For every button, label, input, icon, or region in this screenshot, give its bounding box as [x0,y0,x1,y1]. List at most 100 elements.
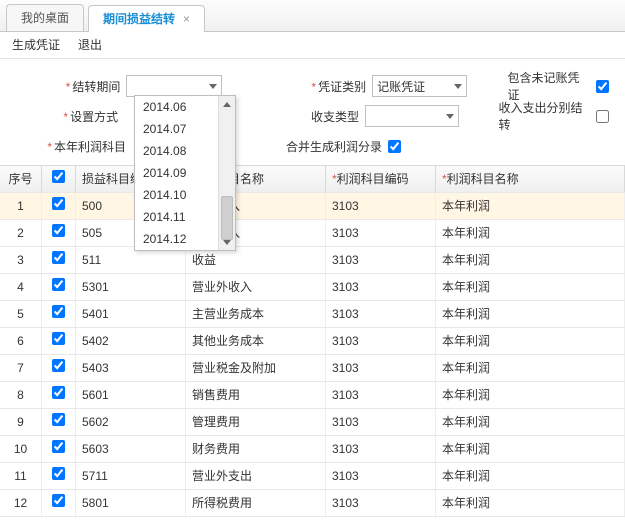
cell-seq: 12 [0,490,42,516]
cell-seq: 5 [0,301,42,327]
cell-profit-name: 本年利润 [436,463,625,489]
row-checkbox[interactable] [52,197,65,210]
cell-loss-name: 财务费用 [186,436,326,462]
cell-loss-code: 5402 [76,328,186,354]
row-checkbox[interactable] [52,413,65,426]
col-profit-name-label: 利润科目名称 [447,172,519,186]
cell-loss-code: 5603 [76,436,186,462]
tab-desktop[interactable]: 我的桌面 [6,4,84,31]
cell-profit-name: 本年利润 [436,382,625,408]
cell-profit-name: 本年利润 [436,193,625,219]
select-all-checkbox[interactable] [52,170,65,183]
table-row[interactable]: 65402其他业务成本3103本年利润 [0,328,625,355]
tab-bar: 我的桌面 期间损益结转 × [0,0,625,32]
cell-loss-name: 营业税金及附加 [186,355,326,381]
exit-button[interactable]: 退出 [78,32,102,58]
mode-label: 设置方式 [16,108,124,125]
tab-desktop-label: 我的桌面 [21,5,69,31]
cell-seq: 2 [0,220,42,246]
cell-check [42,328,76,354]
scrollbar-track[interactable] [218,96,235,250]
cell-check [42,382,76,408]
cell-loss-code: 5401 [76,301,186,327]
chevron-down-icon [446,114,454,119]
cell-profit-code: 3103 [326,274,436,300]
cell-profit-code: 3103 [326,490,436,516]
table-row[interactable]: 45301营业外收入3103本年利润 [0,274,625,301]
table-row[interactable]: 75403营业税金及附加3103本年利润 [0,355,625,382]
cell-profit-code: 3103 [326,409,436,435]
cell-profit-code: 3103 [326,193,436,219]
include-unposted-checkbox[interactable] [596,80,609,93]
tab-period-transfer-label: 期间损益结转 [103,6,175,32]
toolbar: 生成凭证 退出 [0,32,625,59]
merge-label: 合并生成利润分录 [272,138,388,155]
cell-check [42,436,76,462]
scroll-down-button[interactable] [219,234,235,250]
cell-check [42,247,76,273]
voucher-type-combo[interactable]: 记账凭证 [372,75,467,97]
merge-checkbox[interactable] [388,140,401,153]
cell-profit-name: 本年利润 [436,436,625,462]
cell-profit-code: 3103 [326,436,436,462]
close-icon[interactable]: × [183,6,190,32]
cell-loss-code: 5301 [76,274,186,300]
table-row[interactable]: 85601销售费用3103本年利润 [0,382,625,409]
col-profit-name: *利润科目名称 [436,166,625,192]
cell-profit-name: 本年利润 [436,490,625,516]
table-row[interactable]: 2505业务收入3103本年利润 [0,220,625,247]
cell-profit-name: 本年利润 [436,220,625,246]
cell-loss-code: 5403 [76,355,186,381]
cell-profit-code: 3103 [326,247,436,273]
income-type-label: 收支类型 [257,108,365,125]
filter-form: 结转期间 凭证类别 记账凭证 包含未记账凭证 设置方式 收支类型 收入支出分别结… [0,59,625,165]
col-seq: 序号 [0,166,42,192]
cell-loss-name: 所得税费用 [186,490,326,516]
cell-loss-code: 5602 [76,409,186,435]
period-dropdown[interactable]: 2014.062014.072014.082014.092014.102014.… [134,95,236,251]
row-checkbox[interactable] [52,359,65,372]
income-type-combo[interactable] [365,105,459,127]
profit-account-label: 本年利润科目 [16,138,132,155]
cell-profit-name: 本年利润 [436,355,625,381]
cell-seq: 8 [0,382,42,408]
scroll-up-button[interactable] [219,96,235,112]
cell-loss-name: 营业外支出 [186,463,326,489]
row-checkbox[interactable] [52,386,65,399]
cell-seq: 4 [0,274,42,300]
row-checkbox[interactable] [52,278,65,291]
row-checkbox[interactable] [52,251,65,264]
cell-seq: 10 [0,436,42,462]
cell-profit-name: 本年利润 [436,301,625,327]
table-row[interactable]: 1500业务收入3103本年利润 [0,193,625,220]
row-checkbox[interactable] [52,494,65,507]
voucher-type-label: 凭证类别 [262,78,372,95]
table-row[interactable]: 115711营业外支出3103本年利润 [0,463,625,490]
cell-check [42,274,76,300]
row-checkbox[interactable] [52,332,65,345]
split-checkbox[interactable] [596,110,609,123]
col-profit-code-label: 利润科目编码 [337,172,409,186]
table-row[interactable]: 10 5603财务费用3103本年利润 [0,436,625,463]
cell-profit-code: 3103 [326,463,436,489]
table-row[interactable]: 55401主营业务成本3103本年利润 [0,301,625,328]
cell-check [42,463,76,489]
cell-profit-code: 3103 [326,220,436,246]
table-row[interactable]: 3511收益3103本年利润 [0,247,625,274]
row-checkbox[interactable] [52,440,65,453]
row-checkbox[interactable] [52,224,65,237]
cell-seq: 9 [0,409,42,435]
generate-voucher-button[interactable]: 生成凭证 [12,32,60,58]
col-profit-code: *利润科目编码 [326,166,436,192]
period-combo[interactable] [126,75,221,97]
cell-check [42,355,76,381]
col-check [42,166,76,192]
split-label: 收入支出分别结转 [499,99,586,133]
row-checkbox[interactable] [52,305,65,318]
row-checkbox[interactable] [52,467,65,480]
cell-profit-code: 3103 [326,328,436,354]
tab-period-transfer[interactable]: 期间损益结转 × [88,5,205,32]
table-row[interactable]: 125801所得税费用3103本年利润 [0,490,625,517]
table-row[interactable]: 95602管理费用3103本年利润 [0,409,625,436]
cell-loss-code: 5601 [76,382,186,408]
